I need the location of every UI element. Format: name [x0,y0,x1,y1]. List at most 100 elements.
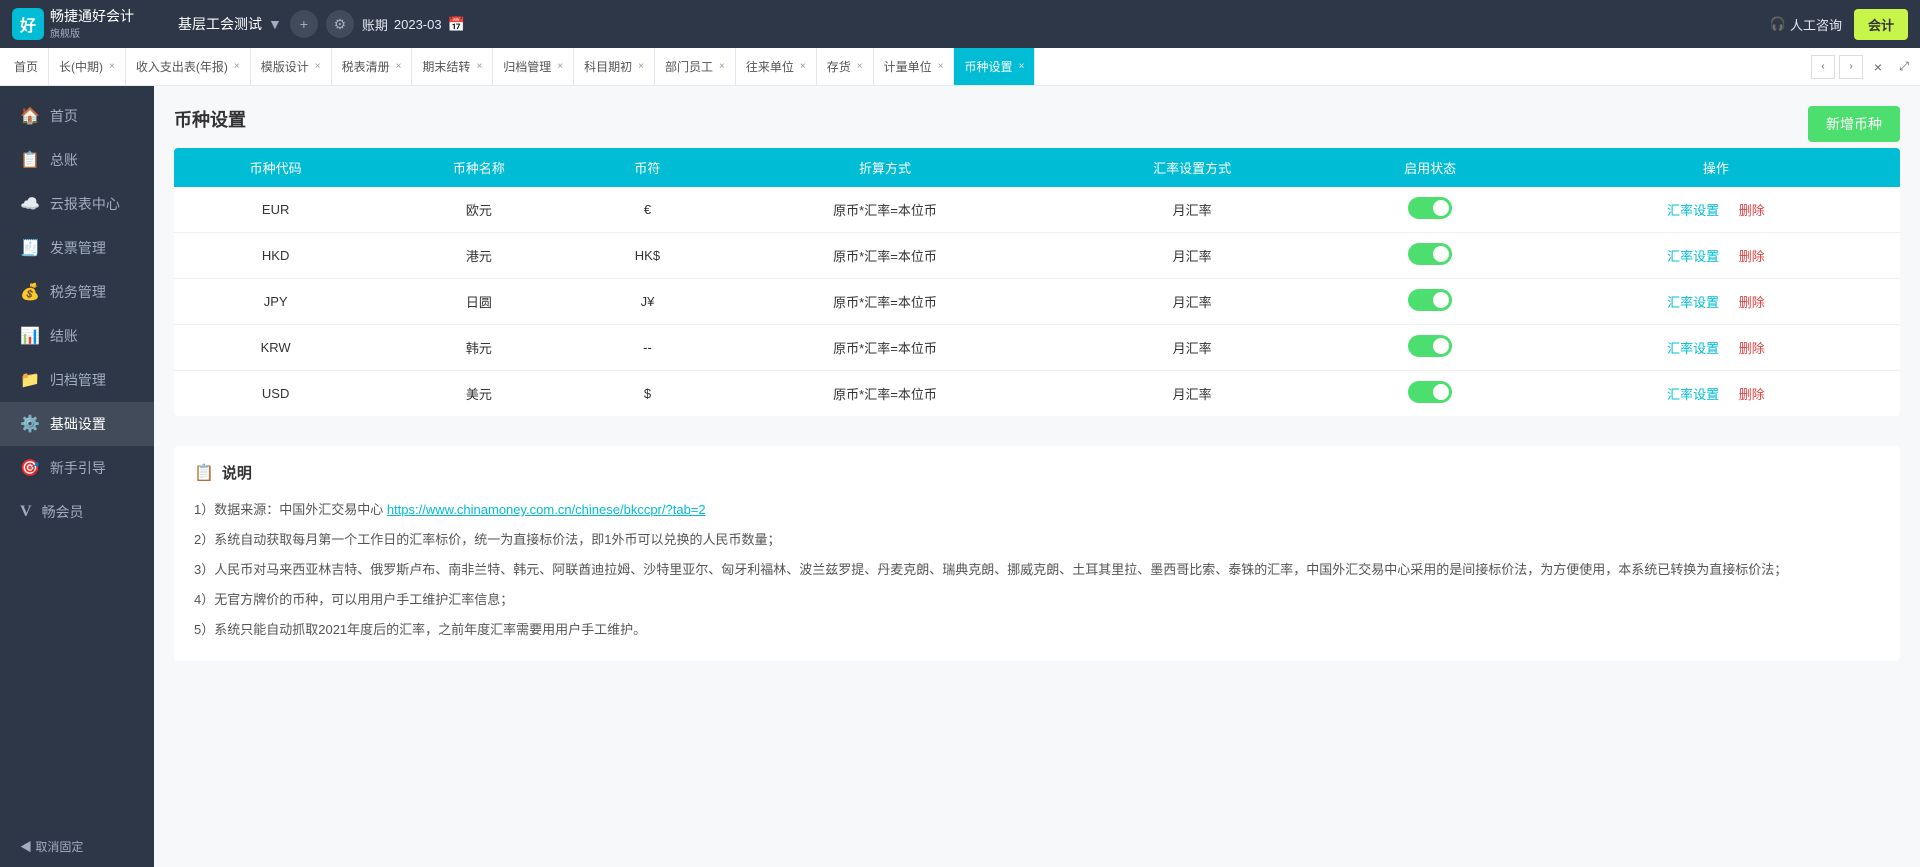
tab-income-close[interactable]: × [234,61,240,72]
col-header-symbol: 币符 [581,148,715,187]
sidebar-item-cloud-reports[interactable]: ☁️ 云报表中心 [0,182,154,226]
notes-title-label: 说明 [222,462,252,483]
sidebar-item-home-label: 首页 [50,106,78,126]
col-header-status: 启用状态 [1329,148,1532,187]
sidebar-item-tax[interactable]: 💰 税务管理 [0,270,154,314]
sidebar-item-home[interactable]: 🏠 首页 [0,94,154,138]
delete-link-1[interactable]: 删除 [1739,249,1765,264]
notes-item-2: 3）人民币对马来西亚林吉特、俄罗斯卢布、南非兰特、韩元、阿联酋迪拉姆、沙特里亚尔… [194,555,1880,585]
toggle-enabled-3[interactable] [1408,335,1452,357]
sidebar-item-basic-settings[interactable]: ⚙️ 基础设置 [0,402,154,446]
cell-rate-type-3: 月汇率 [1056,325,1329,371]
tab-dept-staff[interactable]: 部门员工 × [655,48,736,86]
tab-period-close-x[interactable]: × [476,61,482,72]
sidebar-pin-label: ◀ 取消固定 [20,838,83,855]
tab-archive-close[interactable]: × [557,61,563,72]
tab-contacts-close[interactable]: × [800,61,806,72]
cell-code-1: HKD [174,233,377,279]
tab-period-close[interactable]: × [109,61,115,72]
delete-link-3[interactable]: 删除 [1739,341,1765,356]
tab-archive[interactable]: 归档管理 × [493,48,574,86]
customer-service-link[interactable]: 🎧 人工咨询 [1770,15,1842,34]
sidebar-item-basic-settings-label: 基础设置 [50,414,106,434]
rate-setting-link-0[interactable]: 汇率设置 [1667,203,1719,218]
notes-external-link[interactable]: https://www.chinamoney.com.cn/chinese/bk… [387,502,706,517]
tab-subject-init-close[interactable]: × [638,61,644,72]
tab-currency-close[interactable]: × [1018,61,1024,72]
delete-link-4[interactable]: 删除 [1739,387,1765,402]
kuaiji-button[interactable]: 会计 [1854,9,1908,40]
tax-icon: 💰 [20,282,40,302]
cell-calc-3: 原币*汇率=本位币 [714,325,1055,371]
sidebar-item-vip[interactable]: V 畅会员 [0,490,154,534]
cell-actions-3: 汇率设置 删除 [1532,325,1900,371]
sidebar-item-archive[interactable]: 📁 归档管理 [0,358,154,402]
tab-unit[interactable]: 计量单位 × [874,48,955,86]
tab-bar: 首页 长(中期) × 收入支出表(年报) × 模版设计 × 税表清册 × 期末结… [0,48,1920,86]
tab-period-close-tab[interactable]: 期末结转 × [412,48,493,86]
tab-template[interactable]: 模版设计 × [251,48,332,86]
tab-currency[interactable]: 币种设置 × [954,48,1035,86]
tab-inventory-close[interactable]: × [857,61,863,72]
tab-period[interactable]: 长(中期) × [49,48,126,86]
new-currency-button[interactable]: 新增币种 [1808,106,1900,142]
cell-symbol-1: HK$ [581,233,715,279]
customer-service-label: 人工咨询 [1790,15,1842,34]
tab-dept-staff-close[interactable]: × [719,61,725,72]
tab-unit-label: 计量单位 [884,58,932,75]
sidebar-item-guide[interactable]: 🎯 新手引导 [0,446,154,490]
notes-item-1: 2）系统自动获取每月第一个工作日的汇率标价，统一为直接标价法，即1外币可以兑换的… [194,525,1880,555]
sidebar-item-ledger[interactable]: 📋 总账 [0,138,154,182]
cell-code-2: JPY [174,279,377,325]
tab-template-close[interactable]: × [315,61,321,72]
add-tab-button[interactable]: + [290,10,318,38]
rate-setting-link-1[interactable]: 汇率设置 [1667,249,1719,264]
cell-code-0: EUR [174,187,377,233]
col-header-name: 币种名称 [377,148,580,187]
tab-archive-label: 归档管理 [503,58,551,75]
rate-setting-link-4[interactable]: 汇率设置 [1667,387,1719,402]
sidebar-item-invoice[interactable]: 🧾 发票管理 [0,226,154,270]
tab-unit-close[interactable]: × [938,61,944,72]
settings-icon[interactable]: ⚙ [326,10,354,38]
tab-tax-schedule[interactable]: 税表清册 × [332,48,413,86]
tab-close-all-button[interactable]: × [1866,55,1890,79]
cell-actions-0: 汇率设置 删除 [1532,187,1900,233]
tab-income[interactable]: 收入支出表(年报) × [126,48,251,86]
rate-setting-link-2[interactable]: 汇率设置 [1667,295,1719,310]
company-selector[interactable]: 基层工会测试 ▼ [178,14,282,34]
toggle-enabled-0[interactable] [1408,197,1452,219]
sidebar-item-settlement[interactable]: 📊 结账 [0,314,154,358]
header-right: 🎧 人工咨询 会计 [1770,9,1908,40]
tab-period-label: 长(中期) [59,58,103,75]
logo-text-area: 畅捷通好会计 旗舰版 [50,8,134,40]
tab-tax-schedule-close[interactable]: × [396,61,402,72]
tab-expand-button[interactable]: ⤢ [1892,55,1916,79]
sidebar-item-cloud-reports-label: 云报表中心 [50,194,120,214]
delete-link-0[interactable]: 删除 [1739,203,1765,218]
toggle-enabled-2[interactable] [1408,289,1452,311]
sidebar-item-ledger-label: 总账 [50,150,78,170]
tab-subject-init[interactable]: 科目期初 × [574,48,655,86]
cell-calc-2: 原币*汇率=本位币 [714,279,1055,325]
period-info: 账期 2023-03 📅 [362,15,465,34]
rate-setting-link-3[interactable]: 汇率设置 [1667,341,1719,356]
tab-home[interactable]: 首页 [4,48,49,86]
sidebar-pin-toggle[interactable]: ◀ 取消固定 [0,826,154,867]
tab-inventory-label: 存货 [827,58,851,75]
notes-item-3: 4）无官方牌价的币种，可以用用户手工维护汇率信息； [194,585,1880,615]
col-header-calc: 折算方式 [714,148,1055,187]
tab-next-button[interactable]: › [1839,55,1863,79]
cell-symbol-2: J¥ [581,279,715,325]
top-header: 好 畅捷通好会计 旗舰版 基层工会测试 ▼ + ⚙ 账期 2023-03 📅 🎧… [0,0,1920,48]
toggle-enabled-4[interactable] [1408,381,1452,403]
tab-inventory[interactable]: 存货 × [817,48,874,86]
cell-name-2: 日圆 [377,279,580,325]
calendar-icon[interactable]: 📅 [448,16,465,33]
tab-prev-button[interactable]: ‹ [1811,55,1835,79]
delete-link-2[interactable]: 删除 [1739,295,1765,310]
tab-contacts[interactable]: 往来单位 × [736,48,817,86]
cell-actions-2: 汇率设置 删除 [1532,279,1900,325]
sidebar-item-vip-label: 畅会员 [42,502,84,522]
toggle-enabled-1[interactable] [1408,243,1452,265]
